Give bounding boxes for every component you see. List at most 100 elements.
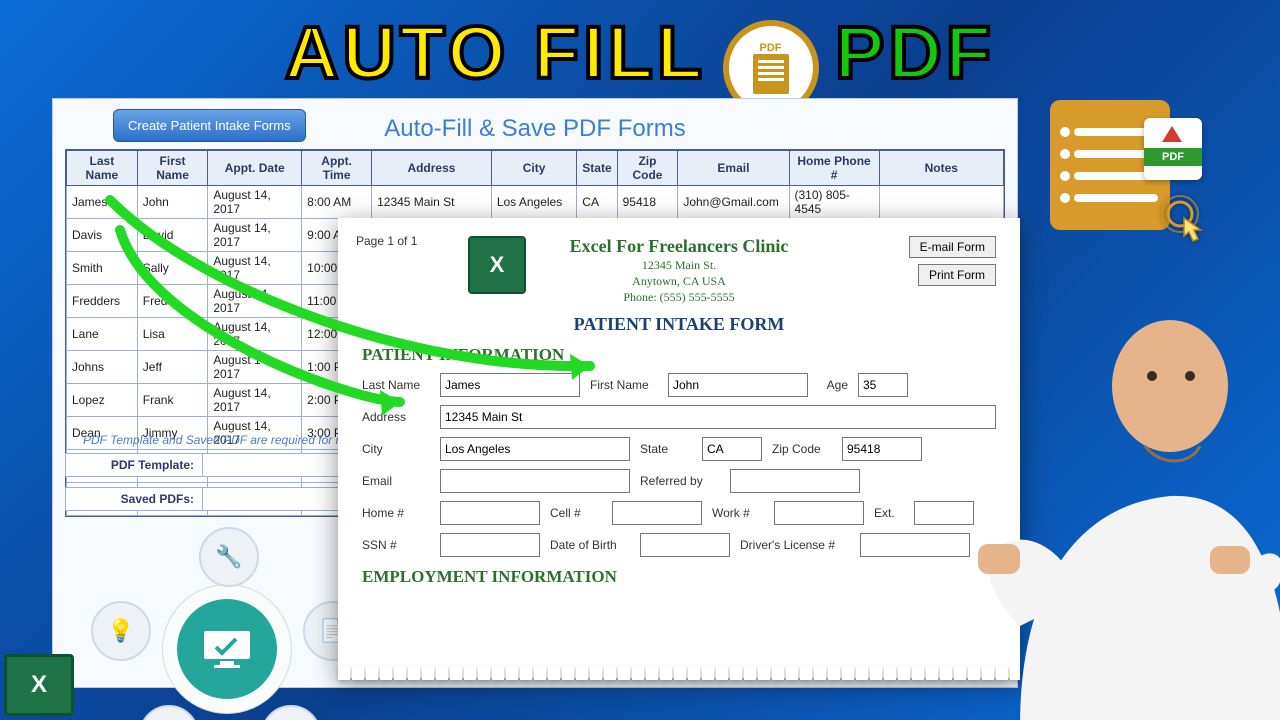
label-lastname: Last Name <box>362 378 430 392</box>
cell[interactable]: Lane <box>67 318 138 351</box>
label-referred: Referred by <box>640 474 720 488</box>
excel-logo-icon: X <box>4 654 74 716</box>
field-ssn[interactable] <box>440 533 540 557</box>
clinic-phone: Phone: (555) 555-5555 <box>362 289 996 305</box>
cell[interactable]: Frank <box>137 384 208 417</box>
cell[interactable]: Fred <box>137 285 208 318</box>
cell[interactable]: 8:00 AM <box>302 186 372 219</box>
form-title: PATIENT INTAKE FORM <box>362 314 996 335</box>
label-dl: Driver's License # <box>740 538 850 552</box>
field-dob[interactable] <box>640 533 730 557</box>
cell[interactable]: David <box>137 219 208 252</box>
col-header: Address <box>372 151 492 186</box>
monitor-icon <box>177 599 277 699</box>
cell[interactable]: Jeff <box>137 351 208 384</box>
cell[interactable]: Fredders <box>67 285 138 318</box>
cell[interactable]: Davis <box>67 219 138 252</box>
process-diagram: 🔧 📄 📊 ⚙️ 💡 <box>77 529 377 720</box>
field-zip[interactable] <box>842 437 922 461</box>
col-header: State <box>577 151 617 186</box>
col-header: Zip Code <box>617 151 678 186</box>
headline-word-1: AUTO FILL <box>277 10 714 95</box>
cell[interactable]: 95418 <box>617 186 678 219</box>
cell[interactable]: August 14, 2017 <box>208 351 302 384</box>
document-icon <box>753 54 789 94</box>
field-referred[interactable] <box>730 469 860 493</box>
excel-icon: X <box>468 236 526 294</box>
label-email: Email <box>362 474 430 488</box>
field-address[interactable] <box>440 405 996 429</box>
clipboard-pdf-graphic: PDF <box>1050 100 1190 240</box>
thumbnail-canvas: AUTO FILL PDF PDF Create Patient Intake … <box>0 0 1280 720</box>
field-age[interactable] <box>858 373 908 397</box>
field-home[interactable] <box>440 501 540 525</box>
field-cell[interactable] <box>612 501 702 525</box>
table-row[interactable]: JamesJohnAugust 14, 20178:00 AM12345 Mai… <box>67 186 1004 219</box>
label-age: Age <box>818 378 848 392</box>
col-header: First Name <box>137 151 208 186</box>
cell[interactable]: August 14, 2017 <box>208 384 302 417</box>
label-work: Work # <box>712 506 764 520</box>
bulb-icon: 💡 <box>91 601 151 661</box>
cell[interactable]: John <box>137 186 208 219</box>
field-email[interactable] <box>440 469 630 493</box>
label-ext: Ext. <box>874 506 904 520</box>
col-header: Appt. Time <box>302 151 372 186</box>
click-cursor-icon <box>1160 194 1216 250</box>
pdf-file-icon: PDF <box>1144 118 1202 180</box>
cell[interactable]: Lisa <box>137 318 208 351</box>
gear-icon: ⚙️ <box>139 705 199 720</box>
cell[interactable]: August 14, 2017 <box>208 252 302 285</box>
label-firstname: First Name <box>590 378 658 392</box>
field-city[interactable] <box>440 437 630 461</box>
cell[interactable]: August 14, 2017 <box>208 285 302 318</box>
clinic-address-2: Anytown, CA USA <box>362 273 996 289</box>
label-address: Address <box>362 410 430 424</box>
label-cell: Cell # <box>550 506 602 520</box>
clinic-name: Excel For Freelancers Clinic <box>362 236 996 257</box>
label-ssn: SSN # <box>362 538 430 552</box>
cell[interactable]: Lopez <box>67 384 138 417</box>
cell[interactable]: Los Angeles <box>491 186 576 219</box>
field-lastname[interactable] <box>440 373 580 397</box>
col-header: City <box>491 151 576 186</box>
email-form-button[interactable]: E-mail Form <box>909 236 996 258</box>
hint-text: PDF Template and Saved PDF are required … <box>83 433 370 447</box>
cell[interactable]: Smith <box>67 252 138 285</box>
col-header: Email <box>678 151 789 186</box>
col-header: Notes <box>879 151 1003 186</box>
cell[interactable]: 12345 Main St <box>372 186 492 219</box>
section-employment: EMPLOYMENT INFORMATION <box>362 567 996 587</box>
clinic-address-1: 12345 Main St. <box>362 257 996 273</box>
pdf-template-label: PDF Template: <box>66 454 203 476</box>
headline-word-2: PDF <box>827 10 1003 95</box>
pdf-form-preview: Page 1 of 1 X E-mail Form Print Form Exc… <box>338 218 1020 678</box>
section-patient: PATIENT INFORMATION <box>362 345 996 365</box>
field-firstname[interactable] <box>668 373 808 397</box>
create-forms-button[interactable]: Create Patient Intake Forms <box>113 109 306 142</box>
page-indicator: Page 1 of 1 <box>356 234 417 248</box>
cell[interactable]: August 14, 2017 <box>208 186 302 219</box>
field-ext[interactable] <box>914 501 974 525</box>
cell[interactable] <box>879 186 1003 219</box>
cell[interactable]: John@Gmail.com <box>678 186 789 219</box>
cell[interactable]: August 14, 2017 <box>208 219 302 252</box>
cell[interactable]: Johns <box>67 351 138 384</box>
label-city: City <box>362 442 430 456</box>
col-header: Appt. Date <box>208 151 302 186</box>
cell[interactable]: James <box>67 186 138 219</box>
cell[interactable]: Sally <box>137 252 208 285</box>
field-work[interactable] <box>774 501 864 525</box>
label-dob: Date of Birth <box>550 538 630 552</box>
field-state[interactable] <box>702 437 762 461</box>
label-home: Home # <box>362 506 430 520</box>
cell[interactable]: August 14, 2017 <box>208 318 302 351</box>
field-dl[interactable] <box>860 533 970 557</box>
chart-icon: 📊 <box>261 705 321 720</box>
wrench-icon: 🔧 <box>199 527 259 587</box>
cell[interactable]: CA <box>577 186 617 219</box>
print-form-button[interactable]: Print Form <box>918 264 996 286</box>
saved-pdfs-label: Saved PDFs: <box>66 488 203 510</box>
cell[interactable]: (310) 805-4545 <box>789 186 879 219</box>
label-state: State <box>640 442 692 456</box>
